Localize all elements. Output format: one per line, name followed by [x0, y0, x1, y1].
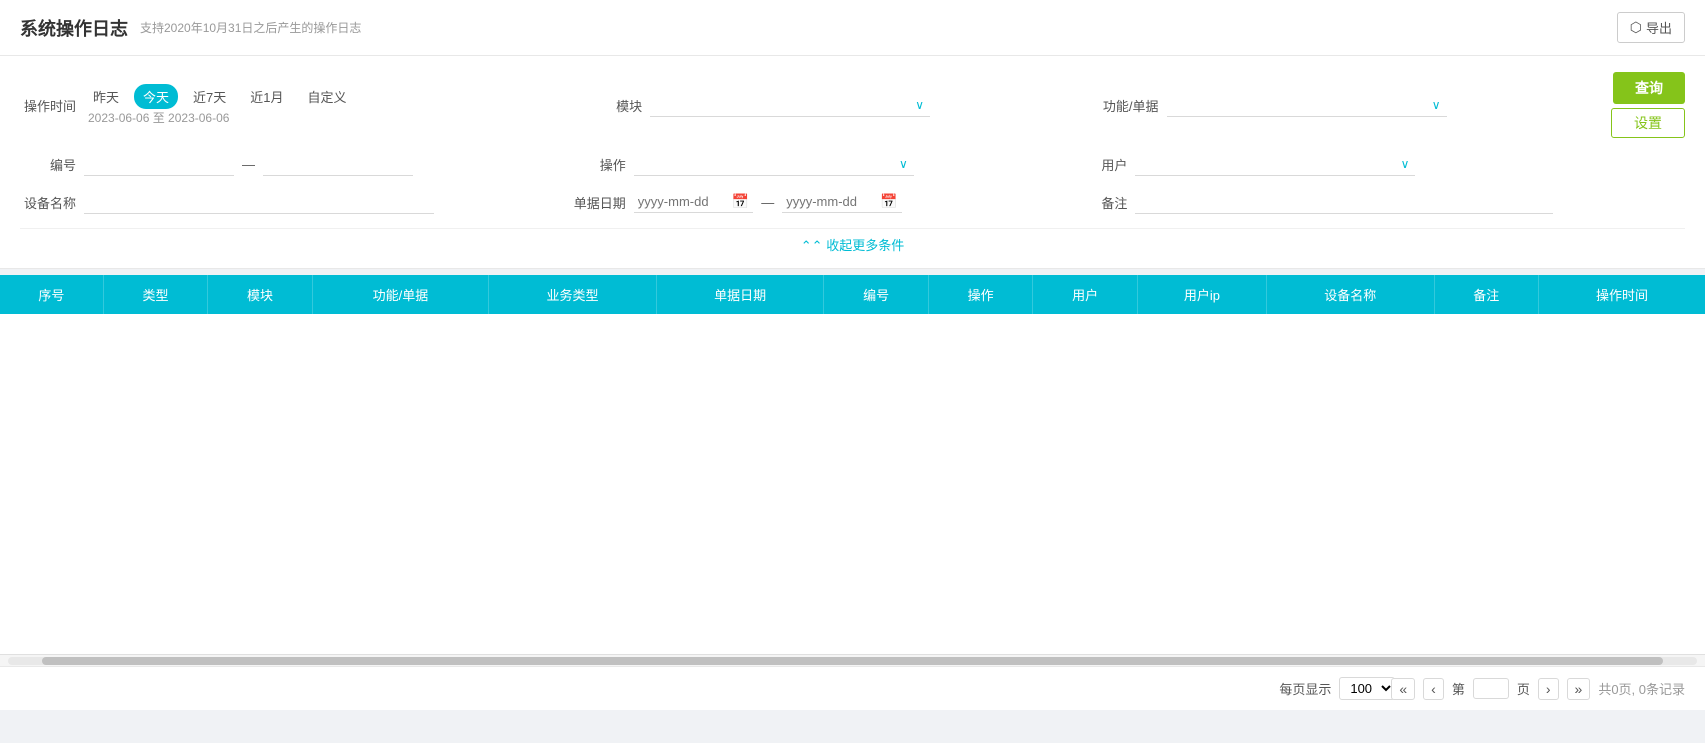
export-button[interactable]: ⬡ 导出: [1617, 12, 1685, 43]
number-label: 编号: [20, 155, 76, 174]
data-table: 序号 类型 模块 功能/单据 业务类型 单据日期 编号 操作 用户 用户ip 设…: [0, 275, 1705, 314]
user-dropdown[interactable]: ∨: [1135, 153, 1415, 176]
operation-arrow-icon: ∨: [899, 157, 908, 171]
operation-label: 操作: [570, 155, 626, 174]
col-remark: 备注: [1434, 275, 1538, 314]
device-filter: 设备名称: [20, 190, 550, 214]
function-label: 功能/单据: [1103, 96, 1159, 115]
collapse-bar[interactable]: ⌃⌃ 收起更多条件: [20, 228, 1685, 260]
time-btn-yesterday[interactable]: 昨天: [84, 84, 128, 109]
empty-area: [0, 314, 1705, 654]
operation-time-filter: 操作时间 昨天 今天 近7天 近1月 自定义 2023-06-06 至 2023…: [20, 84, 566, 126]
calendar-to-icon[interactable]: 📅: [880, 193, 897, 210]
col-number: 编号: [824, 275, 928, 314]
table-section: 序号 类型 模块 功能/单据 业务类型 单据日期 编号 操作 用户 用户ip 设…: [0, 275, 1705, 654]
function-dropdown[interactable]: ∨: [1167, 94, 1447, 117]
export-label: 导出: [1646, 18, 1672, 37]
page-unit: 页: [1517, 679, 1530, 698]
filter-row-1: 操作时间 昨天 今天 近7天 近1月 自定义 2023-06-06 至 2023…: [20, 72, 1685, 138]
horizontal-scrollbar[interactable]: [0, 654, 1705, 666]
remark-label: 备注: [1071, 193, 1127, 212]
col-op-time: 操作时间: [1539, 275, 1705, 314]
time-btn-today[interactable]: 今天: [134, 84, 178, 109]
filter-row-2: 编号 — 操作 ∨ 用户 ∨: [20, 152, 1685, 176]
module-label: 模块: [586, 96, 642, 115]
prev-page-button[interactable]: ‹: [1423, 678, 1444, 700]
operation-dropdown[interactable]: ∨: [634, 153, 914, 176]
user-filter: 用户 ∨: [1071, 153, 1553, 176]
filter-section: 操作时间 昨天 今天 近7天 近1月 自定义 2023-06-06 至 2023…: [0, 56, 1705, 269]
table-header: 序号 类型 模块 功能/单据 业务类型 单据日期 编号 操作 用户 用户ip 设…: [0, 275, 1705, 314]
remark-input[interactable]: [1135, 190, 1553, 214]
module-arrow-icon: ∨: [915, 98, 924, 112]
collapse-icon: ⌃⌃: [801, 238, 823, 253]
first-page-button[interactable]: «: [1391, 678, 1415, 700]
function-arrow-icon: ∨: [1432, 98, 1441, 112]
date-dash: —: [761, 195, 774, 210]
col-type: 类型: [103, 275, 207, 314]
number-to-input[interactable]: [263, 152, 413, 176]
page-size-label: 每页显示: [1279, 679, 1331, 698]
module-dropdown[interactable]: ∨: [650, 94, 930, 117]
query-button[interactable]: 查询: [1613, 72, 1685, 104]
scrollbar-track: [8, 657, 1697, 665]
number-from-input[interactable]: [84, 152, 234, 176]
col-biz-type: 业务类型: [489, 275, 657, 314]
col-user-ip: 用户ip: [1137, 275, 1266, 314]
col-seq: 序号: [0, 275, 103, 314]
table-header-row: 序号 类型 模块 功能/单据 业务类型 单据日期 编号 操作 用户 用户ip 设…: [0, 275, 1705, 314]
page-subtitle: 支持2020年10月31日之后产生的操作日志: [140, 19, 361, 36]
col-operation: 操作: [928, 275, 1032, 314]
time-btn-7days[interactable]: 近7天: [184, 84, 235, 109]
number-filter: 编号 —: [20, 152, 550, 176]
time-buttons: 昨天 今天 近7天 近1月 自定义: [84, 84, 356, 109]
time-btn-1month[interactable]: 近1月: [241, 84, 292, 109]
page-header: 系统操作日志 支持2020年10月31日之后产生的操作日志 ⬡ 导出: [0, 0, 1705, 56]
module-filter: 模块 ∨: [586, 94, 1082, 117]
operation-filter: 操作 ∨: [570, 153, 1052, 176]
action-buttons: 查询 设置: [1611, 72, 1685, 138]
date-range-display: 2023-06-06 至 2023-06-06: [88, 109, 356, 126]
scrollbar-thumb[interactable]: [42, 657, 1663, 665]
date-from-wrap: 📅: [634, 191, 753, 213]
time-section: 昨天 今天 近7天 近1月 自定义 2023-06-06 至 2023-06-0…: [84, 84, 356, 126]
date-from-input[interactable]: [638, 194, 728, 209]
last-page-button[interactable]: »: [1567, 678, 1591, 700]
time-btn-custom[interactable]: 自定义: [299, 84, 356, 109]
function-filter: 功能/单据 ∨: [1103, 94, 1599, 117]
page-number-input[interactable]: 1: [1473, 678, 1509, 699]
page-title: 系统操作日志: [20, 15, 128, 41]
date-to-wrap: 📅: [782, 191, 901, 213]
col-device: 设备名称: [1266, 275, 1434, 314]
user-label: 用户: [1071, 155, 1127, 174]
number-dash: —: [242, 157, 255, 172]
page-size-select[interactable]: 100 50 200: [1339, 677, 1395, 700]
remark-filter: 备注: [1071, 190, 1553, 214]
page-label: 第: [1452, 679, 1465, 698]
settings-button[interactable]: 设置: [1611, 108, 1685, 138]
filter-row-3: 设备名称 单据日期 📅 — 📅 备注: [20, 190, 1685, 214]
total-info: 共0页, 0条记录: [1598, 679, 1685, 698]
collapse-label: 收起更多条件: [826, 238, 904, 253]
export-icon: ⬡: [1630, 19, 1642, 36]
user-arrow-icon: ∨: [1401, 157, 1410, 171]
voucher-date-filter: 单据日期 📅 — 📅: [570, 191, 1052, 213]
col-module: 模块: [208, 275, 312, 314]
col-voucher-date: 单据日期: [656, 275, 824, 314]
device-label: 设备名称: [20, 193, 76, 212]
col-user: 用户: [1033, 275, 1137, 314]
operation-time-label: 操作时间: [20, 96, 76, 115]
device-input[interactable]: [84, 190, 434, 214]
next-page-button[interactable]: ›: [1538, 678, 1559, 700]
pagination-bar: 每页显示 100 50 200 « ‹ 第 1 页 › » 共0页, 0条记录: [0, 666, 1705, 710]
date-to-input[interactable]: [786, 194, 876, 209]
voucher-date-label: 单据日期: [570, 193, 626, 212]
calendar-from-icon[interactable]: 📅: [732, 193, 749, 210]
header-left: 系统操作日志 支持2020年10月31日之后产生的操作日志: [20, 15, 361, 41]
col-function: 功能/单据: [312, 275, 488, 314]
